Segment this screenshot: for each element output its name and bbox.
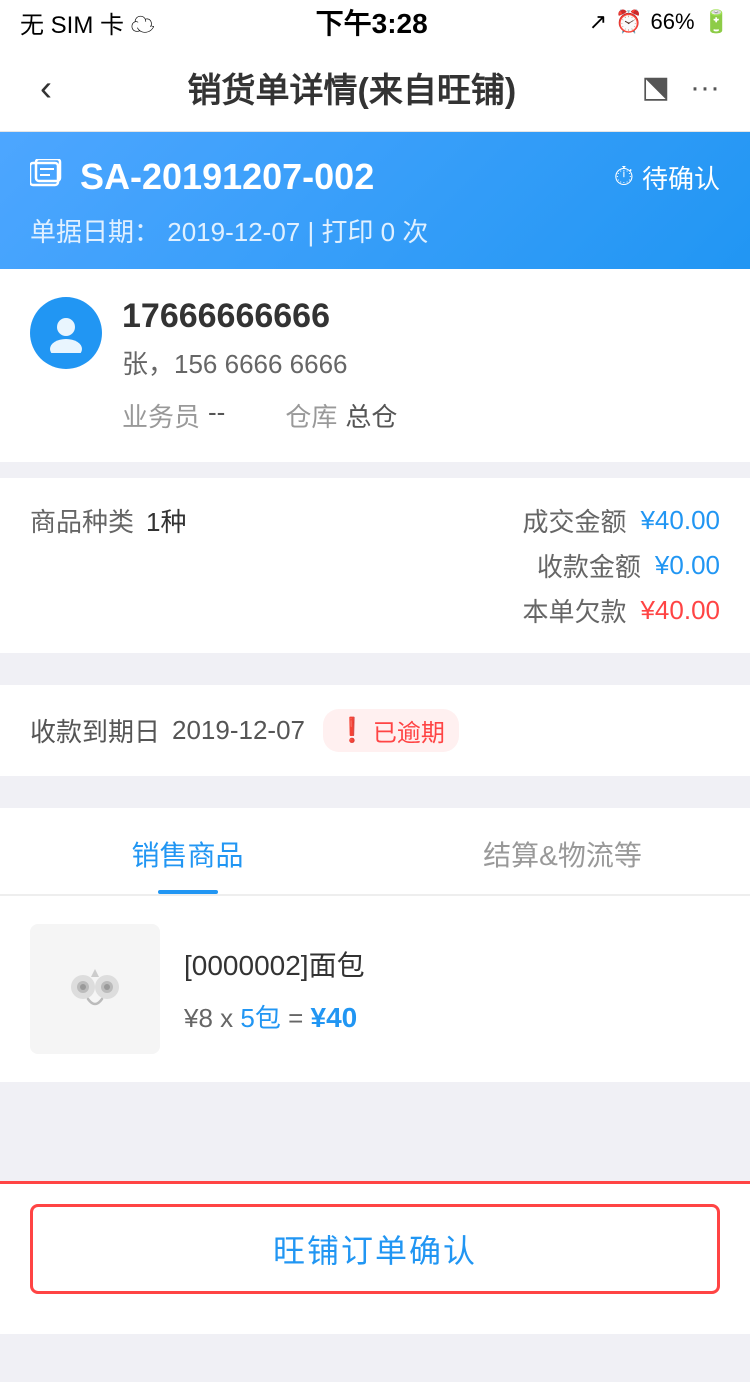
sales-item: 业务员 -- xyxy=(122,397,225,434)
transaction-label: 成交金额 xyxy=(522,502,626,539)
due-date-section: 收款到期日 2019-12-07 ❗ 已逾期 xyxy=(0,685,750,776)
overdue-text: 已逾期 xyxy=(373,713,445,748)
customer-name: 张，156 6666 6666 xyxy=(122,344,720,381)
product-price: ¥8 x 5包 = ¥40 xyxy=(184,998,720,1035)
amount-section: 商品种类 1种 成交金额 ¥40.00 收款金额 ¥0.00 本单欠款 ¥40.… xyxy=(0,478,750,653)
more-icon[interactable]: ··· xyxy=(690,71,720,105)
no-sim-label: 无 SIM 卡 ☁ xyxy=(20,5,155,40)
product-item: [0000002]面包 ¥8 x 5包 = ¥40 xyxy=(0,896,750,1082)
order-header-banner: SA-20191207-002 ⏱ 待确认 单据日期： 2019-12-07 |… xyxy=(0,132,750,269)
status-text: 待确认 xyxy=(642,159,720,196)
sales-value: -- xyxy=(208,397,225,434)
received-label: 收款金额 xyxy=(537,547,641,584)
sales-label: 业务员 xyxy=(122,397,200,434)
product-thumbnail xyxy=(30,924,160,1054)
order-id-row: SA-20191207-002 ⏱ 待确认 xyxy=(30,156,720,198)
order-status: ⏱ 待确认 xyxy=(614,159,720,196)
date-label: 单据日期： xyxy=(30,217,160,247)
customer-meta: 业务员 -- 仓库 总仓 xyxy=(122,397,720,434)
share-icon[interactable]: ⬔ xyxy=(642,70,670,105)
due-date-value: 2019-12-07 xyxy=(172,715,305,746)
transaction-value: ¥40.00 xyxy=(640,505,720,536)
location-icon: ↗ xyxy=(589,9,607,35)
overdue-badge: ❗ 已逾期 xyxy=(323,709,459,752)
owed-amount-row: 本单欠款 ¥40.00 xyxy=(522,592,720,629)
status-bar: 无 SIM 卡 ☁ 下午3:28 ↗ ⏰ 66% 🔋 xyxy=(0,0,750,44)
product-details: [0000002]面包 ¥8 x 5包 = ¥40 xyxy=(184,944,720,1035)
total-value: ¥40 xyxy=(311,1002,358,1033)
tab-settlement-label: 结算&物流等 xyxy=(483,840,642,871)
order-icon xyxy=(30,156,66,198)
order-date-value: 2019-12-07 xyxy=(167,217,300,247)
order-id: SA-20191207-002 xyxy=(30,156,374,198)
received-value: ¥0.00 xyxy=(655,550,720,581)
due-date-label: 收款到期日 xyxy=(30,712,160,749)
amounts-right: 成交金额 ¥40.00 收款金额 ¥0.00 本单欠款 ¥40.00 xyxy=(522,502,720,629)
qty-value: 5包 xyxy=(240,1003,280,1033)
confirm-order-button[interactable]: 旺铺订单确认 xyxy=(30,1204,720,1294)
divider-2 xyxy=(0,792,750,808)
status-time: 下午3:28 xyxy=(316,2,428,42)
product-name: [0000002]面包 xyxy=(184,944,720,984)
avatar xyxy=(30,297,102,369)
page-title: 销货单详情(来自旺铺) xyxy=(62,63,642,112)
customer-phone: 17666666666 xyxy=(122,297,720,336)
tab-products[interactable]: 销售商品 xyxy=(0,808,375,894)
product-types: 商品种类 1种 xyxy=(30,502,186,539)
tab-settlement[interactable]: 结算&物流等 xyxy=(375,808,750,894)
overdue-icon: ❗ xyxy=(337,716,367,745)
customer-section: 17666666666 张，156 6666 6666 业务员 -- 仓库 总仓 xyxy=(30,297,720,434)
print-info: | 打印 0 次 xyxy=(307,217,428,247)
battery-icon: 🔋 xyxy=(703,9,730,35)
multiply-symbol: x xyxy=(220,1003,240,1033)
status-left: 无 SIM 卡 ☁ xyxy=(20,5,155,40)
warehouse-label: 仓库 xyxy=(285,397,337,434)
status-clock-icon: ⏱ xyxy=(614,161,634,193)
tab-bar: 销售商品 结算&物流等 xyxy=(0,808,750,896)
status-right: ↗ ⏰ 66% 🔋 xyxy=(589,9,730,35)
customer-card: 17666666666 张，156 6666 6666 业务员 -- 仓库 总仓 xyxy=(0,269,750,462)
tab-products-label: 销售商品 xyxy=(131,840,243,871)
price-value: ¥8 xyxy=(184,1003,213,1033)
back-button[interactable]: ‹ xyxy=(30,57,62,119)
divider-1 xyxy=(0,669,750,685)
battery-label: 66% xyxy=(651,9,695,35)
owed-label: 本单欠款 xyxy=(522,592,626,629)
confirm-button-container: 旺铺订单确认 xyxy=(0,1181,750,1334)
customer-info: 17666666666 张，156 6666 6666 业务员 -- 仓库 总仓 xyxy=(122,297,720,434)
order-date-row: 单据日期： 2019-12-07 | 打印 0 次 xyxy=(30,212,720,249)
alarm-icon: ⏰ xyxy=(615,9,642,35)
received-amount-row: 收款金额 ¥0.00 xyxy=(537,547,720,584)
product-types-label: 商品种类 xyxy=(30,502,134,539)
nav-bar: ‹ 销货单详情(来自旺铺) ⬔ ··· xyxy=(0,44,750,132)
nav-right-actions: ⬔ ··· xyxy=(642,70,720,105)
equals-symbol: = xyxy=(288,1003,310,1033)
order-id-text: SA-20191207-002 xyxy=(80,156,374,198)
warehouse-item: 仓库 总仓 xyxy=(285,397,397,434)
transaction-amount-row: 成交金额 ¥40.00 xyxy=(522,502,720,539)
owed-value: ¥40.00 xyxy=(640,595,720,626)
warehouse-value: 总仓 xyxy=(345,397,397,434)
product-types-value: 1种 xyxy=(146,502,186,539)
